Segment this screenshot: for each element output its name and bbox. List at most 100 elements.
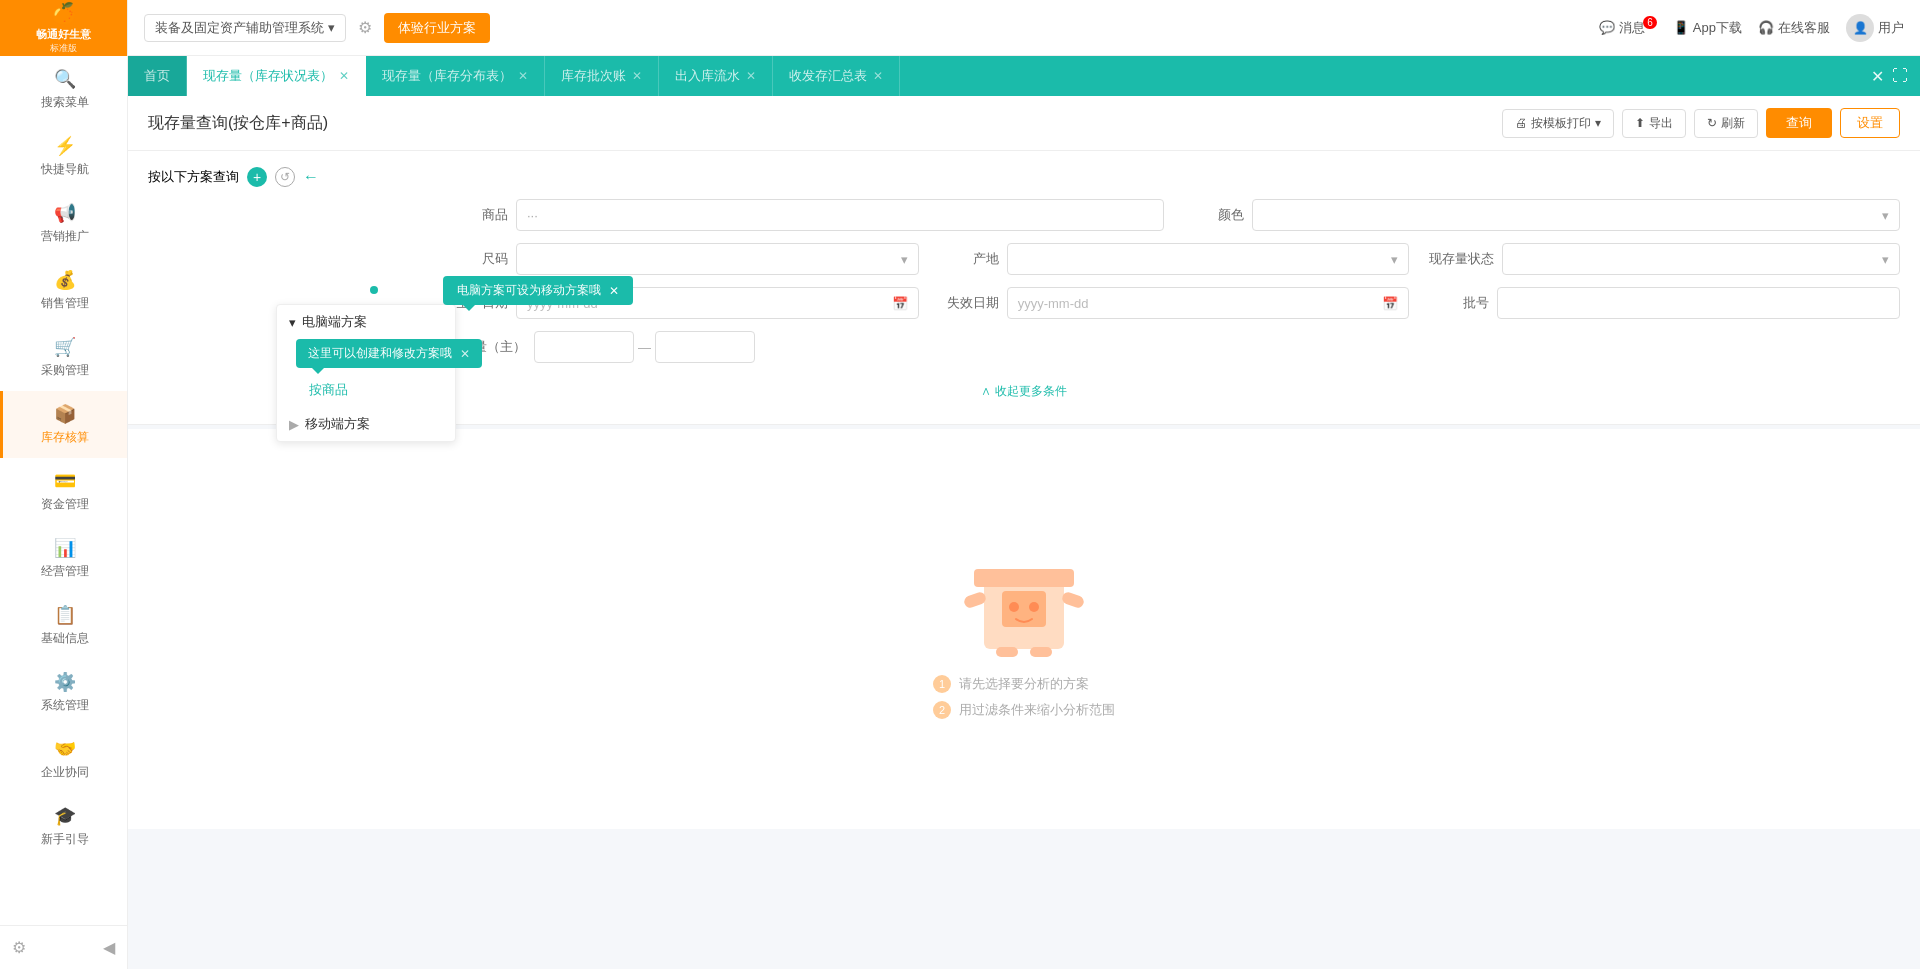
sales-icon: 💰: [54, 269, 76, 291]
color-selector[interactable]: ▾: [1252, 199, 1900, 231]
chevron-right-icon2: ▶: [289, 417, 299, 432]
expdate-placeholder: yyyy-mm-dd: [1018, 296, 1089, 311]
online-service-label: 在线客服: [1778, 19, 1830, 37]
batchno-input[interactable]: [1497, 287, 1900, 319]
origin-chevron: ▾: [1391, 252, 1398, 267]
scheme-tree-mobile[interactable]: ▶ 移动端方案: [277, 407, 455, 441]
tab-fullscreen-btn[interactable]: ⛶: [1892, 67, 1908, 85]
tab-inventory-dist-label: 现存量（库存分布表）: [382, 67, 512, 85]
sidebar-item-marketing-label: 营销推广: [41, 228, 89, 245]
basicinfo-icon: 📋: [54, 604, 76, 626]
filter-back-btn[interactable]: ←: [303, 168, 319, 186]
topbar-right: 💬 消息 6 📱 App下载 🎧 在线客服 👤 用户: [1599, 14, 1904, 42]
topbar: 装备及固定资产辅助管理系统 ▾ ⚙ 体验行业方案 💬 消息 6 📱 App下载 …: [128, 0, 1920, 56]
tab-batch-close[interactable]: ✕: [632, 69, 642, 83]
sidebar-item-enterprise[interactable]: 🤝 企业协同: [0, 726, 127, 793]
template-print-btn[interactable]: 🖨 按模板打印 ▾: [1502, 109, 1614, 138]
tab-inventory-dist-close[interactable]: ✕: [518, 69, 528, 83]
filter-row-1: 商品 ··· 颜色 ▾: [448, 199, 1900, 231]
scheme-tree-pc[interactable]: ▾ 电脑端方案: [277, 305, 455, 339]
tab-home[interactable]: 首页: [128, 56, 187, 96]
service-icon: 🎧: [1758, 20, 1774, 35]
tab-summary-close[interactable]: ✕: [873, 69, 883, 83]
qty-range-max[interactable]: [655, 331, 755, 363]
svg-rect-1: [974, 569, 1074, 587]
system-selector[interactable]: 装备及固定资产辅助管理系统 ▾: [144, 14, 346, 42]
page-title: 现存量查询(按仓库+商品): [148, 113, 328, 134]
topbar-gear-btn[interactable]: ⚙: [358, 18, 372, 37]
filter-row-3: 生产日期 yyyy-mm-dd 📅 失效日期 yyyy-mm-dd 📅 批号: [448, 287, 1900, 319]
online-service-btn[interactable]: 🎧 在线客服: [1758, 19, 1830, 37]
status-chevron: ▾: [1882, 252, 1889, 267]
tab-inventory-dist[interactable]: 现存量（库存分布表） ✕: [366, 56, 545, 96]
step2-num: 2: [933, 701, 951, 719]
scheme-popup-text: 电脑方案可设为移动方案哦: [457, 282, 601, 299]
operations-icon: 📊: [54, 537, 76, 559]
goods-selector[interactable]: ···: [516, 199, 1164, 231]
search-button[interactable]: 查询: [1766, 108, 1832, 138]
sidebar-item-basicinfo[interactable]: 📋 基础信息: [0, 592, 127, 659]
tab-close-all-btn[interactable]: ✕: [1871, 67, 1884, 86]
sidebar-item-basicinfo-label: 基础信息: [41, 630, 89, 647]
scheme-popup-close[interactable]: ✕: [609, 284, 619, 298]
empty-svg: [954, 539, 1094, 659]
sidebar-item-finance[interactable]: 💳 资金管理: [0, 458, 127, 525]
settings-footer-btn[interactable]: ⚙: [12, 938, 26, 957]
filter-add-btn[interactable]: +: [247, 167, 267, 187]
tooltip-close-btn[interactable]: ✕: [460, 347, 470, 361]
sidebar-item-marketing[interactable]: 📢 营销推广: [0, 190, 127, 257]
export-btn[interactable]: ⬆ 导出: [1622, 109, 1686, 138]
chevron-down-icon: ▾: [328, 20, 335, 35]
tab-inventory-status[interactable]: 现存量（库存状况表） ✕: [187, 56, 366, 96]
empty-step1: 1 请先选择要分析的方案: [933, 675, 1089, 693]
user-avatar: 👤: [1846, 14, 1874, 42]
sidebar-item-finance-label: 资金管理: [41, 496, 89, 513]
step1-num: 1: [933, 675, 951, 693]
size-label: 尺码: [448, 250, 508, 268]
qty-range-min[interactable]: [534, 331, 634, 363]
sidebar-item-inventory[interactable]: 📦 库存核算: [0, 391, 127, 458]
tooltip-text: 这里可以创建和修改方案哦: [308, 345, 452, 362]
sidebar-item-search[interactable]: 🔍 搜索菜单: [0, 56, 127, 123]
export-icon: ⬆: [1635, 116, 1645, 130]
sidebar: 🍊 畅通好生意 标准版 🔍 搜索菜单 ⚡ 快捷导航 📢 营销推广 💰 销售管理 …: [0, 0, 128, 969]
print-icon: 🖨: [1515, 116, 1527, 130]
expdate-input[interactable]: yyyy-mm-dd 📅: [1007, 287, 1410, 319]
sidebar-item-system[interactable]: ⚙️ 系统管理: [0, 659, 127, 726]
messages-btn[interactable]: 💬 消息 6: [1599, 19, 1657, 37]
sidebar-item-quicknav[interactable]: ⚡ 快捷导航: [0, 123, 127, 190]
tab-flow-close[interactable]: ✕: [746, 69, 756, 83]
scheme-tree-by-goods[interactable]: 按商品: [297, 373, 455, 407]
empty-content-area: 1 请先选择要分析的方案 2 用过滤条件来缩小分析范围: [128, 429, 1920, 829]
batchno-label: 批号: [1429, 294, 1489, 312]
sidebar-item-newguide[interactable]: 🎓 新手引导: [0, 793, 127, 860]
sidebar-item-sales[interactable]: 💰 销售管理: [0, 257, 127, 324]
sidebar-item-purchase-label: 采购管理: [41, 362, 89, 379]
purchase-icon: 🛒: [54, 336, 76, 358]
tab-summary[interactable]: 收发存汇总表 ✕: [773, 56, 900, 96]
size-selector[interactable]: ▾: [516, 243, 919, 275]
tab-inventory-status-close[interactable]: ✕: [339, 69, 349, 83]
filter-area: 按以下方案查询 + ↺ ← ▾ 电脑端方案 按仓库 按商品 ▶ 移动端方案: [128, 151, 1920, 425]
industry-solution-button[interactable]: 体验行业方案: [384, 13, 490, 43]
svg-rect-8: [1030, 647, 1052, 657]
tab-inventory-status-label: 现存量（库存状况表）: [203, 67, 333, 85]
enterprise-icon: 🤝: [54, 738, 76, 760]
user-menu-btn[interactable]: 👤 用户: [1846, 14, 1904, 42]
app-download-btn[interactable]: 📱 App下载: [1673, 19, 1742, 37]
tab-batch[interactable]: 库存批次账 ✕: [545, 56, 659, 96]
refresh-btn[interactable]: ↻ 刷新: [1694, 109, 1758, 138]
quicknav-icon: ⚡: [54, 135, 76, 157]
sidebar-item-purchase[interactable]: 🛒 采购管理: [0, 324, 127, 391]
tab-flow[interactable]: 出入库流水 ✕: [659, 56, 773, 96]
sidebar-item-operations[interactable]: 📊 经营管理: [0, 525, 127, 592]
filter-rows-container: 商品 ··· 颜色 ▾ 尺码 ▾: [448, 199, 1900, 363]
setting-button[interactable]: 设置: [1840, 108, 1900, 138]
status-selector[interactable]: ▾: [1502, 243, 1900, 275]
filter-reset-btn[interactable]: ↺: [275, 167, 295, 187]
expdate-label: 失效日期: [939, 294, 999, 312]
main-content: 现存量查询(按仓库+商品) 🖨 按模板打印 ▾ ⬆ 导出 ↻ 刷新 查询 设置 …: [128, 96, 1920, 969]
origin-selector[interactable]: ▾: [1007, 243, 1410, 275]
collapse-sidebar-btn[interactable]: ◀: [103, 938, 115, 957]
goods-dots: ···: [527, 208, 538, 223]
